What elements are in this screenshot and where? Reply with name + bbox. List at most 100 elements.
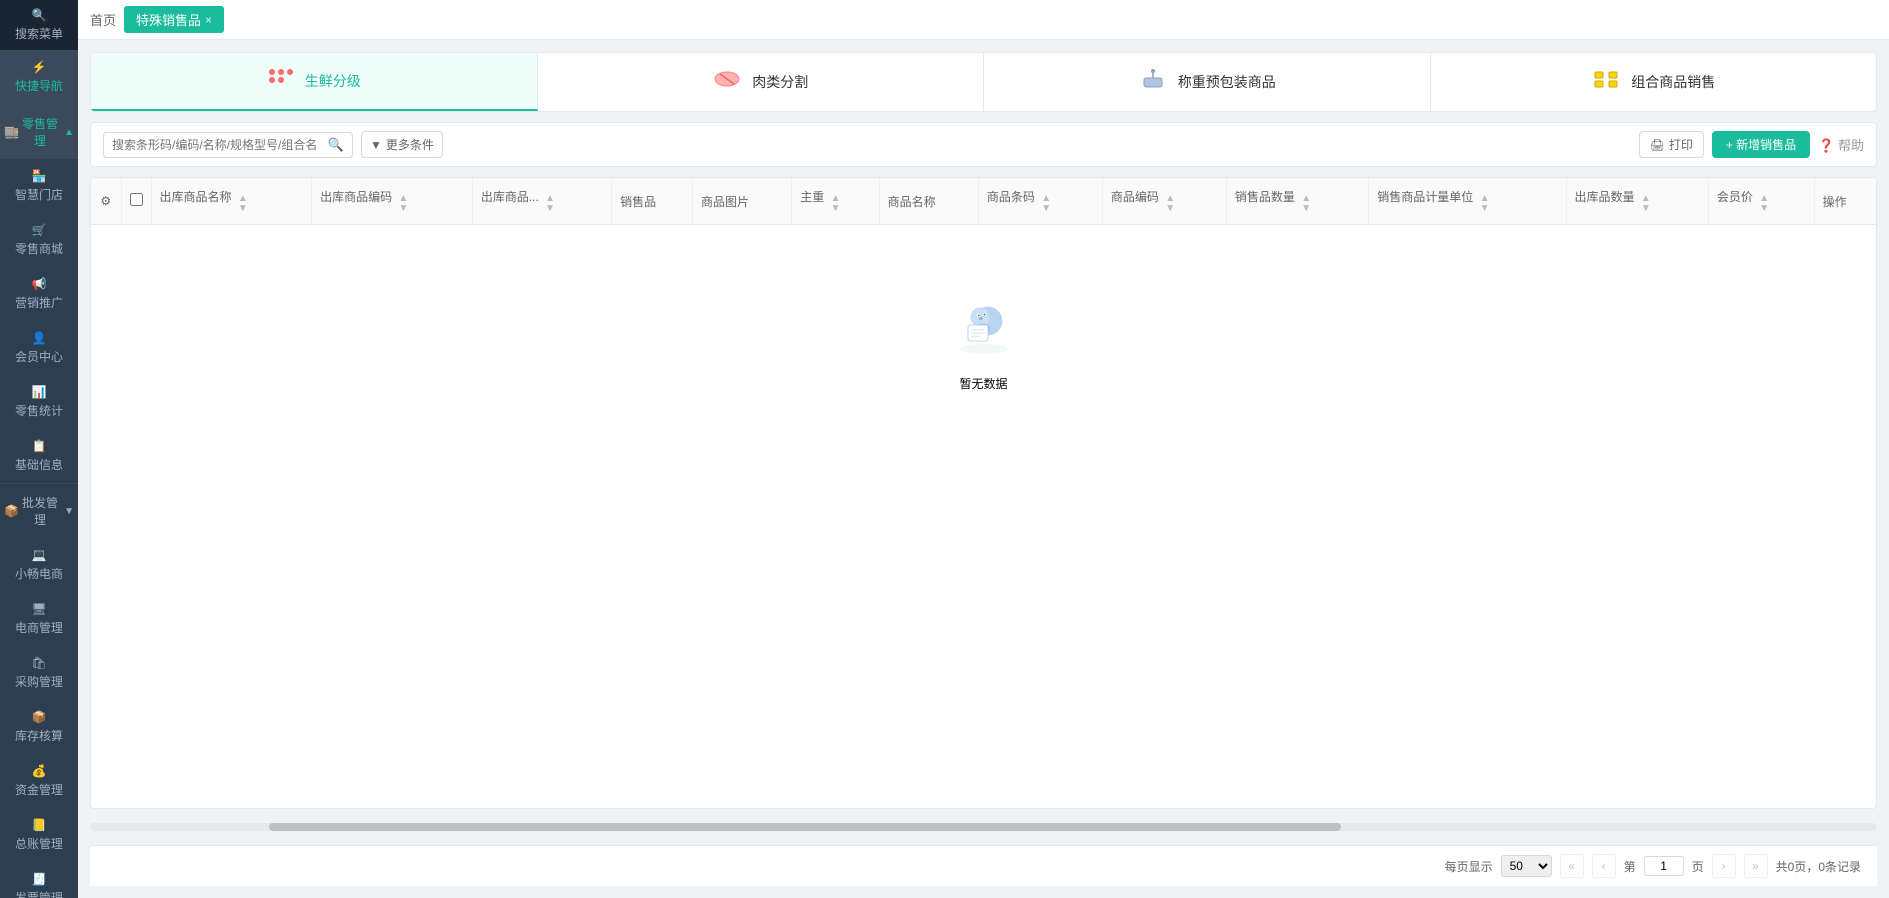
next-page-button[interactable]: › <box>1712 854 1736 878</box>
meat-cut-label: 肉类分割 <box>752 72 808 92</box>
per-page-select[interactable]: 50 10 20 100 <box>1501 855 1552 877</box>
sidebar-item-basic-info[interactable]: 📋 基础信息 <box>0 429 78 483</box>
page-unit: 页 <box>1692 858 1704 875</box>
sidebar-item-member-center[interactable]: 👤 会员中心 <box>0 321 78 375</box>
weight-pack-icon <box>1138 68 1168 96</box>
sidebar-item-retail-stats[interactable]: 📊 零售统计 <box>0 375 78 429</box>
th-settings[interactable]: ⚙ <box>91 178 121 225</box>
search-box[interactable]: 🔍 <box>103 132 353 158</box>
th-sales-unit[interactable]: 销售商品计量单位 ▲▼ <box>1369 178 1566 225</box>
sort-arrows-4: ▲▼ <box>831 194 841 214</box>
sidebar-item-finance-mgmt[interactable]: 💰 资金管理 <box>0 754 78 808</box>
ecom-mgmt-icon: 🖥 <box>31 602 46 616</box>
sales-promo-icon: 📢 <box>32 277 47 291</box>
tab-weight-pack[interactable]: 称重预包装商品 <box>984 53 1431 111</box>
first-page-button[interactable]: « <box>1560 854 1584 878</box>
add-sales-item-button[interactable]: + 新增销售品 <box>1712 131 1810 158</box>
sidebar-item-invoice-mgmt[interactable]: 🧾 发票管理 <box>0 862 78 898</box>
active-tab-label: 特殊销售品 <box>136 10 201 29</box>
retail-mall-icon: 🛒 <box>32 223 47 237</box>
th-out-product-code-label: 出库商品编码 <box>320 190 392 204</box>
sidebar-item-retail-mall[interactable]: 🛒 零售商城 <box>0 213 78 267</box>
th-member-price[interactable]: 会员价 ▲▼ <box>1708 178 1814 225</box>
total-label: 共0页，0条记录 <box>1776 858 1861 875</box>
table-body: 暂无数据 <box>91 225 1876 453</box>
filter-button[interactable]: ▼ 更多条件 <box>361 131 443 158</box>
tab-meat-cut[interactable]: 肉类分割 <box>538 53 985 111</box>
sidebar-item-retail-mgmt[interactable]: 🏬 零售管理 ▲ <box>0 105 78 159</box>
print-icon: 🖨 <box>1650 138 1665 152</box>
retail-mall-label: 零售商城 <box>15 240 63 257</box>
th-out-product-name[interactable]: 出库商品名称 ▲▼ <box>151 178 312 225</box>
purchase-mgmt-icon: 🛍 <box>31 656 46 670</box>
close-tab-icon[interactable]: × <box>205 13 212 27</box>
pagination: 每页显示 50 10 20 100 « ‹ 第 页 › » 共0页，0条记录 <box>90 845 1877 886</box>
meat-cut-icon <box>712 68 742 96</box>
search-icon: 🔍 <box>328 137 344 153</box>
sidebar-item-purchase-mgmt[interactable]: 🛍 采购管理 <box>0 646 78 700</box>
last-page-button[interactable]: » <box>1744 854 1768 878</box>
toolbar-left: 🔍 ▼ 更多条件 <box>103 131 443 158</box>
th-sales-qty[interactable]: 销售品数量 ▲▼ <box>1226 178 1368 225</box>
th-product-name-label: 商品名称 <box>888 195 936 209</box>
search-input[interactable] <box>112 138 322 152</box>
sidebar-item-general-ledger[interactable]: 📒 总账管理 <box>0 808 78 862</box>
help-icon: ❓ <box>1818 138 1834 153</box>
page-number-input[interactable] <box>1644 856 1684 876</box>
th-main-weight[interactable]: 主重 ▲▼ <box>792 178 879 225</box>
sidebar-item-inventory[interactable]: 📦 库存核算 <box>0 700 78 754</box>
sort-arrows-5: ▲▼ <box>1041 194 1051 214</box>
weight-pack-label: 称重预包装商品 <box>1178 72 1276 92</box>
wholesale-mgmt-icon: 📦 <box>4 504 19 518</box>
sidebar-item-smart-store[interactable]: 🏪 智慧门店 <box>0 159 78 213</box>
sidebar-item-sales-promo[interactable]: 📢 营销推广 <box>0 267 78 321</box>
home-breadcrumb[interactable]: 首页 <box>90 10 116 29</box>
sidebar-item-quick-nav[interactable]: ⚡ 快捷导航 <box>0 50 78 104</box>
th-action[interactable]: 操作 <box>1814 178 1876 225</box>
active-tab[interactable]: 特殊销售品 × <box>124 6 224 33</box>
th-out-product-extra[interactable]: 出库商品... ▲▼ <box>472 178 611 225</box>
th-checkbox[interactable] <box>121 178 151 225</box>
tab-combo-sales[interactable]: 组合商品销售 <box>1431 53 1877 111</box>
basic-info-icon: 📋 <box>32 439 47 453</box>
empty-state-illustration <box>944 285 1024 365</box>
mini-ecom-label: 小畅电商 <box>15 565 63 582</box>
print-button[interactable]: 🖨 打印 <box>1639 131 1704 158</box>
inventory-label: 库存核算 <box>15 727 63 744</box>
th-product-image-label: 商品图片 <box>701 195 749 209</box>
sidebar-item-mini-ecom[interactable]: 💻 小畅电商 <box>0 538 78 592</box>
sort-arrows-2: ▲▼ <box>399 194 409 214</box>
last-page-icon: » <box>1752 859 1759 873</box>
th-product-code[interactable]: 商品编码 ▲▼ <box>1102 178 1226 225</box>
help-button[interactable]: ❓ 帮助 <box>1818 135 1864 154</box>
th-product-image[interactable]: 商品图片 <box>693 178 792 225</box>
retail-stats-label: 零售统计 <box>15 402 63 419</box>
tab-fresh-grade[interactable]: 生鲜分级 <box>91 53 538 111</box>
select-all-checkbox[interactable] <box>130 193 143 206</box>
sidebar-search[interactable]: 🔍 搜索菜单 <box>0 0 78 50</box>
th-sales-product[interactable]: 销售品 <box>612 178 693 225</box>
horizontal-scroll-thumb <box>269 823 1341 831</box>
filter-label: 更多条件 <box>386 136 434 153</box>
th-sales-unit-label: 销售商品计量单位 <box>1377 190 1473 204</box>
smart-store-label: 智慧门店 <box>15 186 63 203</box>
horizontal-scroll[interactable] <box>90 823 1877 831</box>
per-page-label: 每页显示 <box>1445 858 1493 875</box>
th-product-name[interactable]: 商品名称 <box>879 178 978 225</box>
sort-arrows-7: ▲▼ <box>1301 194 1311 214</box>
topbar: 首页 特殊销售品 × <box>78 0 1889 40</box>
sort-arrows-9: ▲▼ <box>1641 194 1651 214</box>
main-content: 首页 特殊销售品 × 生鲜分级 <box>78 0 1889 898</box>
sidebar-item-wholesale-mgmt[interactable]: 📦 批发管理 ▼ <box>0 484 78 538</box>
empty-state-row: 暂无数据 <box>91 225 1876 453</box>
sidebar-item-ecom-mgmt[interactable]: 🖥 电商管理 <box>0 592 78 646</box>
prev-page-button[interactable]: ‹ <box>1592 854 1616 878</box>
quick-nav-icon: ⚡ <box>32 60 47 74</box>
th-out-product-code[interactable]: 出库商品编码 ▲▼ <box>312 178 473 225</box>
page-content: 生鲜分级 肉类分割 <box>78 40 1889 898</box>
toolbar-right: 🖨 打印 + 新增销售品 ❓ 帮助 <box>1639 131 1864 158</box>
th-product-barcode[interactable]: 商品条码 ▲▼ <box>978 178 1102 225</box>
table-container: ⚙ 出库商品名称 ▲▼ 出库商品编码 ▲▼ 出库 <box>90 177 1877 809</box>
th-out-qty[interactable]: 出库品数量 ▲▼ <box>1566 178 1708 225</box>
th-out-product-extra-label: 出库商品... <box>481 190 539 204</box>
